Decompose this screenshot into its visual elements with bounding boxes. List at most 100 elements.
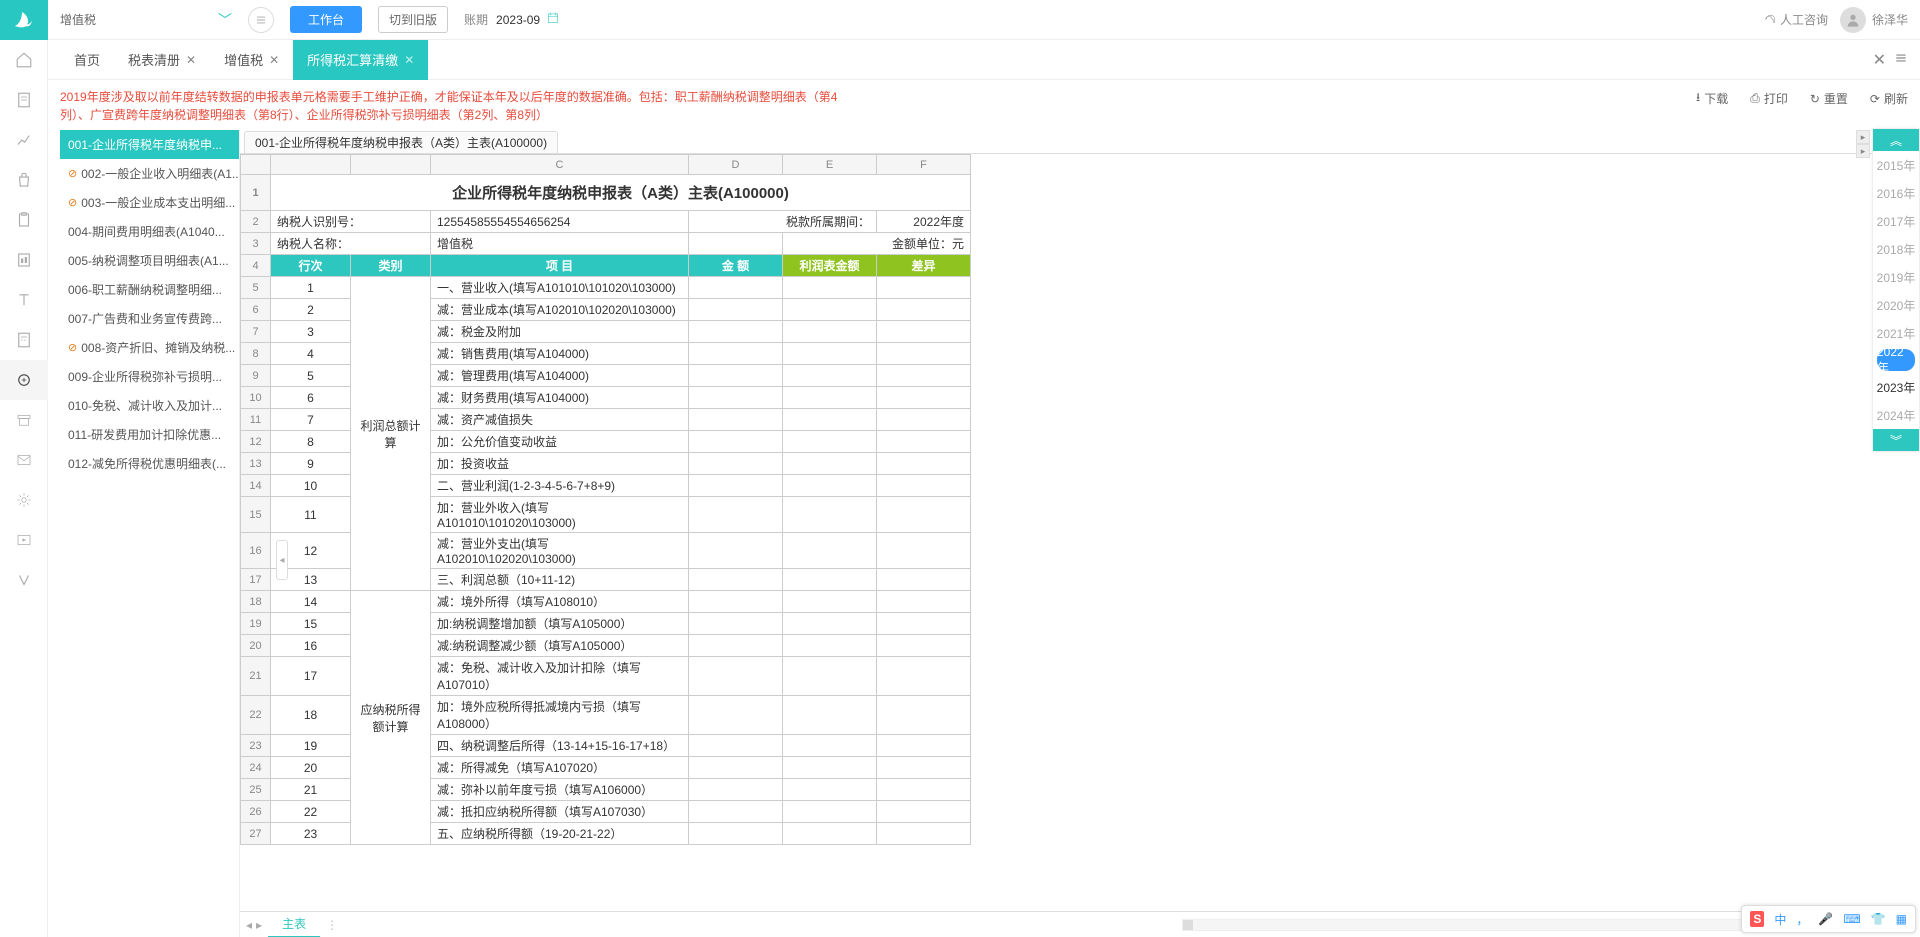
close-icon[interactable]: ✕: [186, 53, 196, 67]
cell-amount[interactable]: [689, 779, 783, 801]
cell-amount[interactable]: [689, 591, 783, 613]
cell-diff[interactable]: [877, 343, 971, 365]
tree-item[interactable]: 009-企业所得税弥补亏损明...: [60, 362, 239, 391]
year-item[interactable]: 2023年: [1873, 373, 1919, 401]
cell-lrb[interactable]: [783, 657, 877, 696]
cell-amount[interactable]: [689, 735, 783, 757]
cell-lrb[interactable]: [783, 431, 877, 453]
cell-diff[interactable]: [877, 591, 971, 613]
cell-diff[interactable]: [877, 453, 971, 475]
cell-diff[interactable]: [877, 387, 971, 409]
close-icon[interactable]: ✕: [404, 53, 414, 67]
year-down-icon[interactable]: ︾: [1873, 429, 1919, 451]
cell-lrb[interactable]: [783, 735, 877, 757]
nav-v-icon[interactable]: [0, 560, 48, 600]
cell-amount[interactable]: [689, 497, 783, 533]
cell-amount[interactable]: [689, 613, 783, 635]
nav-calc-icon[interactable]: [0, 320, 48, 360]
cell-amount[interactable]: [689, 431, 783, 453]
cell-lrb[interactable]: [783, 497, 877, 533]
cell-diff[interactable]: [877, 299, 971, 321]
cell-diff[interactable]: [877, 475, 971, 497]
tree-item[interactable]: 012-减免所得税优惠明细表(...: [60, 449, 239, 478]
cell-lrb[interactable]: [783, 277, 877, 299]
tab-税表清册[interactable]: 税表清册✕: [114, 40, 210, 80]
spreadsheet[interactable]: CDEF1企业所得税年度纳税申报表（A类）主表(A100000)2纳税人识别号：…: [240, 154, 1908, 911]
cell-lrb[interactable]: [783, 779, 877, 801]
cell-amount[interactable]: [689, 635, 783, 657]
cell-amount[interactable]: [689, 365, 783, 387]
cell-amount[interactable]: [689, 696, 783, 735]
year-item[interactable]: 2021年: [1873, 319, 1919, 347]
year-item[interactable]: 2024年: [1873, 401, 1919, 429]
year-item[interactable]: 2016年: [1873, 179, 1919, 207]
nav-archive-icon[interactable]: [0, 400, 48, 440]
cell-diff[interactable]: [877, 613, 971, 635]
tree-item[interactable]: ⊘008-资产折旧、摊销及纳税...: [60, 333, 239, 362]
company-select[interactable]: 增值税 ﹀: [60, 10, 240, 30]
cell-amount[interactable]: [689, 453, 783, 475]
cell-amount[interactable]: [689, 657, 783, 696]
tab-增值税[interactable]: 增值税✕: [210, 40, 293, 80]
ime-mic-icon[interactable]: 🎤: [1818, 912, 1833, 926]
sheet-nav[interactable]: ◂▸: [240, 918, 268, 932]
cell-diff[interactable]: [877, 801, 971, 823]
cell-amount[interactable]: [689, 801, 783, 823]
cell-lrb[interactable]: [783, 696, 877, 735]
cell-amount[interactable]: [689, 321, 783, 343]
nav-clipboard-icon[interactable]: [0, 200, 48, 240]
tree-item[interactable]: ⊘002-一般企业收入明细表(A1...: [60, 159, 239, 188]
year-item[interactable]: 2017年: [1873, 207, 1919, 235]
nav-settings-icon[interactable]: [0, 480, 48, 520]
cell-amount[interactable]: [689, 533, 783, 569]
cell-lrb[interactable]: [783, 387, 877, 409]
cell-diff[interactable]: [877, 409, 971, 431]
ime-tool-icon[interactable]: ▦: [1896, 912, 1907, 926]
cell-amount[interactable]: [689, 409, 783, 431]
year-up-icon[interactable]: ︽: [1873, 129, 1919, 151]
tree-item[interactable]: 010-免税、减计收入及加计...: [60, 391, 239, 420]
nav-video-icon[interactable]: [0, 520, 48, 560]
nav-chart-icon[interactable]: [0, 120, 48, 160]
cell-amount[interactable]: [689, 823, 783, 845]
cell-diff[interactable]: [877, 497, 971, 533]
tree-item[interactable]: ⊘003-一般企业成本支出明细...: [60, 188, 239, 217]
nav-bag-icon[interactable]: [0, 160, 48, 200]
year-item[interactable]: 2022年: [1877, 349, 1915, 371]
cell-lrb[interactable]: [783, 453, 877, 475]
cell-diff[interactable]: [877, 757, 971, 779]
calendar-icon[interactable]: [546, 11, 560, 28]
tree-item[interactable]: 011-研发费用加计扣除优惠...: [60, 420, 239, 449]
cell-lrb[interactable]: [783, 365, 877, 387]
cell-diff[interactable]: [877, 569, 971, 591]
cell-lrb[interactable]: [783, 613, 877, 635]
cell-diff[interactable]: [877, 735, 971, 757]
cell-lrb[interactable]: [783, 299, 877, 321]
nav-tax-icon[interactable]: [0, 360, 48, 400]
print-button[interactable]: ⎙ 打印: [1750, 88, 1788, 109]
ime-punct[interactable]: ，: [1796, 911, 1808, 928]
cell-amount[interactable]: [689, 299, 783, 321]
ime-skin-icon[interactable]: 👕: [1871, 912, 1886, 926]
cell-diff[interactable]: [877, 431, 971, 453]
tab-所得税汇算清缴[interactable]: 所得税汇算清缴✕: [293, 40, 428, 80]
user-avatar[interactable]: [1840, 7, 1866, 33]
cell-lrb[interactable]: [783, 823, 877, 845]
cell-diff[interactable]: [877, 277, 971, 299]
workspace-button[interactable]: 工作台: [290, 6, 362, 33]
cell-diff[interactable]: [877, 365, 971, 387]
nav-doc-icon[interactable]: [0, 80, 48, 120]
cell-lrb[interactable]: [783, 635, 877, 657]
cell-diff[interactable]: [877, 696, 971, 735]
cell-lrb[interactable]: [783, 409, 877, 431]
close-icon[interactable]: ✕: [269, 53, 279, 67]
cell-lrb[interactable]: [783, 533, 877, 569]
cell-lrb[interactable]: [783, 801, 877, 823]
tree-item[interactable]: 004-期间费用明细表(A1040...: [60, 217, 239, 246]
tab-menu-icon[interactable]: [1894, 51, 1908, 68]
reset-button[interactable]: ↻ 重置: [1810, 88, 1848, 109]
cell-lrb[interactable]: [783, 321, 877, 343]
year-item[interactable]: 2020年: [1873, 291, 1919, 319]
cell-diff[interactable]: [877, 533, 971, 569]
cell-lrb[interactable]: [783, 757, 877, 779]
